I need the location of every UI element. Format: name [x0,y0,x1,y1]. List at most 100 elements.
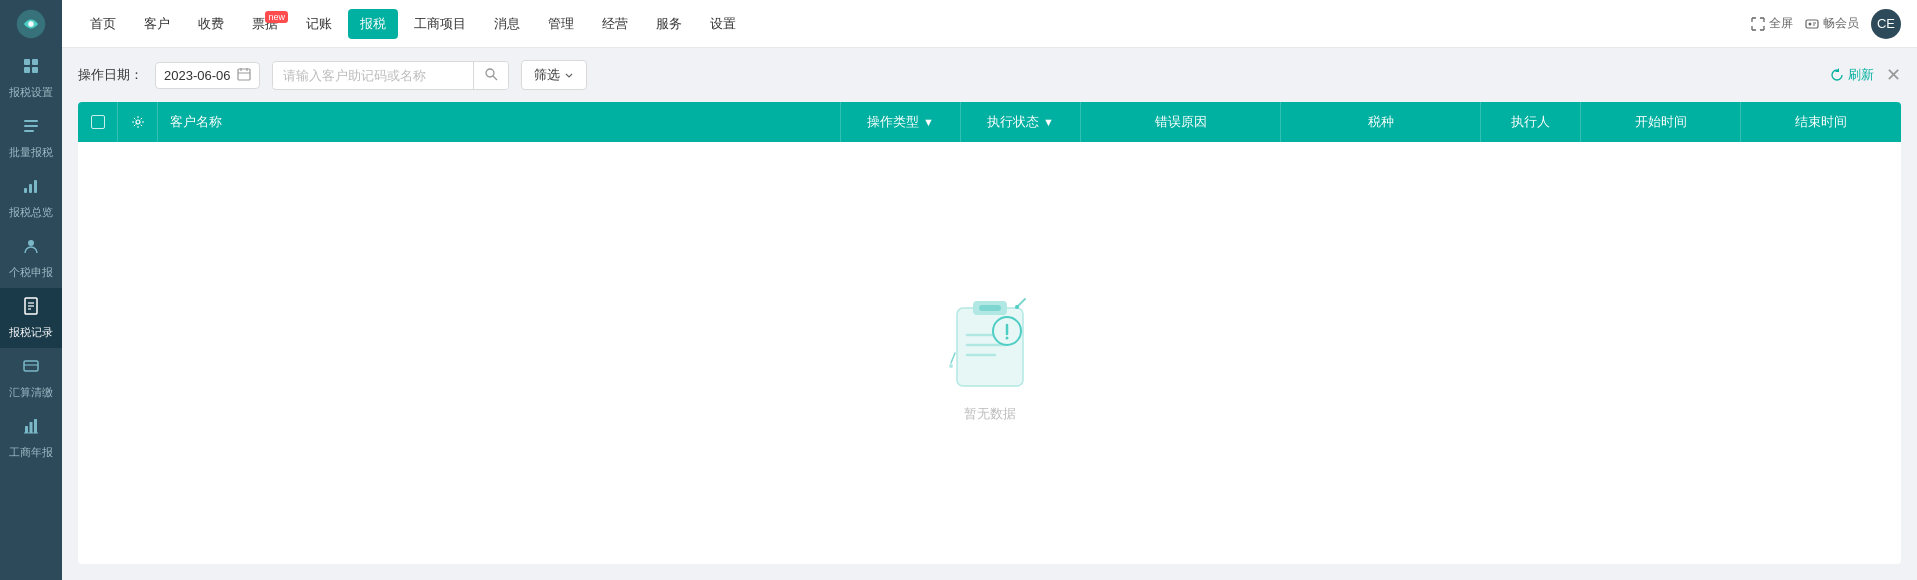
member-btn[interactable]: 畅会员 [1805,15,1859,32]
th-customer-name: 客户名称 [158,102,841,142]
new-badge: new [265,11,288,24]
sidebar: 报税设置 批量报税 报税总览 个税申报 [0,0,62,580]
th-operation-type: 操作类型 ▼ [841,102,961,142]
nav-item-home[interactable]: 首页 [78,9,128,39]
svg-line-45 [951,353,955,363]
content-area: 操作日期： 2023-06-06 [62,48,1917,580]
individual-tax-icon [21,236,41,261]
sidebar-item-label: 报税记录 [9,325,53,340]
svg-rect-2 [24,59,30,65]
sidebar-item-label: 报税设置 [9,85,53,100]
nav-item-customer[interactable]: 客户 [132,9,182,39]
filter-button[interactable]: 筛选 [521,60,587,90]
date-value: 2023-06-06 [164,68,231,83]
th-executor: 执行人 [1481,102,1581,142]
nav-items: 首页 客户 收费 票据 new 记账 报税 工商项目 消息 管理 经营 服务 设… [78,9,1751,39]
svg-rect-20 [30,422,33,433]
toolbar: 操作日期： 2023-06-06 [62,48,1917,102]
date-picker[interactable]: 2023-06-06 [155,62,260,89]
column-settings-icon [131,115,145,129]
th-settings[interactable] [118,102,158,142]
nav-item-tax[interactable]: 报税 [348,9,398,39]
nav-item-management[interactable]: 管理 [536,9,586,39]
svg-rect-9 [24,188,27,193]
sidebar-item-label: 报税总览 [9,205,53,220]
table-container: 客户名称 操作类型 ▼ 执行状态 ▼ 错误原因 税种 执行人 [78,102,1901,564]
th-exec-status: 执行状态 ▼ [961,102,1081,142]
nav-item-message[interactable]: 消息 [482,9,532,39]
svg-point-46 [949,364,953,368]
avatar[interactable]: CE [1871,9,1901,39]
svg-point-31 [486,69,494,77]
fullscreen-label: 全屏 [1769,15,1793,32]
select-all-checkbox[interactable] [91,115,105,129]
batch-tax-icon [21,116,41,141]
member-label: 畅会员 [1823,15,1859,32]
chevron-down-icon [564,70,574,80]
nav-item-settings[interactable]: 设置 [698,9,748,39]
tax-overview-icon [21,176,41,201]
sidebar-item-label: 个税申报 [9,265,53,280]
nav-item-operation[interactable]: 经营 [590,9,640,39]
th-start-time: 开始时间 [1581,102,1741,142]
svg-rect-4 [24,67,30,73]
svg-rect-21 [34,419,37,433]
th-tax-type: 税种 [1281,102,1481,142]
annual-report-icon [21,416,41,441]
table-header: 客户名称 操作类型 ▼ 执行状态 ▼ 错误原因 税种 执行人 [78,102,1901,142]
refresh-icon [1830,68,1844,82]
svg-rect-17 [24,361,38,371]
empty-text: 暂无数据 [964,405,1016,423]
calendar-icon [237,67,251,84]
svg-point-1 [28,21,33,26]
nav-item-bookkeeping[interactable]: 记账 [294,9,344,39]
svg-rect-10 [29,184,32,193]
svg-rect-7 [24,125,38,127]
member-icon [1805,17,1819,31]
svg-rect-11 [34,180,37,193]
svg-point-44 [1015,305,1019,309]
fullscreen-icon [1751,17,1765,31]
sidebar-item-annual-report[interactable]: 工商年报 [0,408,62,468]
tax-settings-icon [21,56,41,81]
svg-rect-23 [1806,20,1818,28]
sidebar-item-individual-tax[interactable]: 个税申报 [0,228,62,288]
close-button[interactable]: ✕ [1886,64,1901,86]
svg-line-32 [493,76,497,80]
nav-item-business[interactable]: 工商项目 [402,9,478,39]
sidebar-item-tax-payment[interactable]: 汇算清缴 [0,348,62,408]
svg-point-12 [28,240,34,246]
top-nav: 首页 客户 收费 票据 new 记账 报税 工商项目 消息 管理 经营 服务 设… [62,0,1917,48]
filter-icon-status[interactable]: ▼ [1043,116,1054,128]
sidebar-item-label: 工商年报 [9,445,53,460]
table-body-empty: 暂无数据 [78,142,1901,564]
search-wrap [272,61,509,90]
search-input[interactable] [273,63,473,88]
date-label: 操作日期： [78,66,143,84]
nav-right: 全屏 畅会员 CE [1751,9,1901,39]
svg-point-33 [136,120,140,124]
th-checkbox[interactable] [78,102,118,142]
sidebar-item-tax-overview[interactable]: 报税总览 [0,168,62,228]
th-end-time: 结束时间 [1741,102,1901,142]
sidebar-item-batch-tax[interactable]: 批量报税 [0,108,62,168]
svg-rect-6 [24,120,38,122]
svg-rect-3 [32,59,38,65]
sidebar-item-tax-settings[interactable]: 报税设置 [0,48,62,108]
nav-item-collection[interactable]: 收费 [186,9,236,39]
nav-item-invoice[interactable]: 票据 new [240,9,290,39]
svg-rect-8 [24,130,34,132]
filter-icon-operation[interactable]: ▼ [923,116,934,128]
sidebar-logo[interactable] [0,0,62,48]
empty-illustration [935,283,1045,393]
refresh-button[interactable]: 刷新 [1830,66,1874,84]
sidebar-item-tax-records[interactable]: 报税记录 [0,288,62,348]
search-button[interactable] [473,62,508,89]
fullscreen-btn[interactable]: 全屏 [1751,15,1793,32]
svg-point-42 [1005,337,1008,340]
tax-records-icon [21,296,41,321]
main-container: 首页 客户 收费 票据 new 记账 报税 工商项目 消息 管理 经营 服务 设… [62,0,1917,580]
tax-payment-icon [21,356,41,381]
nav-item-service[interactable]: 服务 [644,9,694,39]
svg-point-24 [1809,22,1812,25]
